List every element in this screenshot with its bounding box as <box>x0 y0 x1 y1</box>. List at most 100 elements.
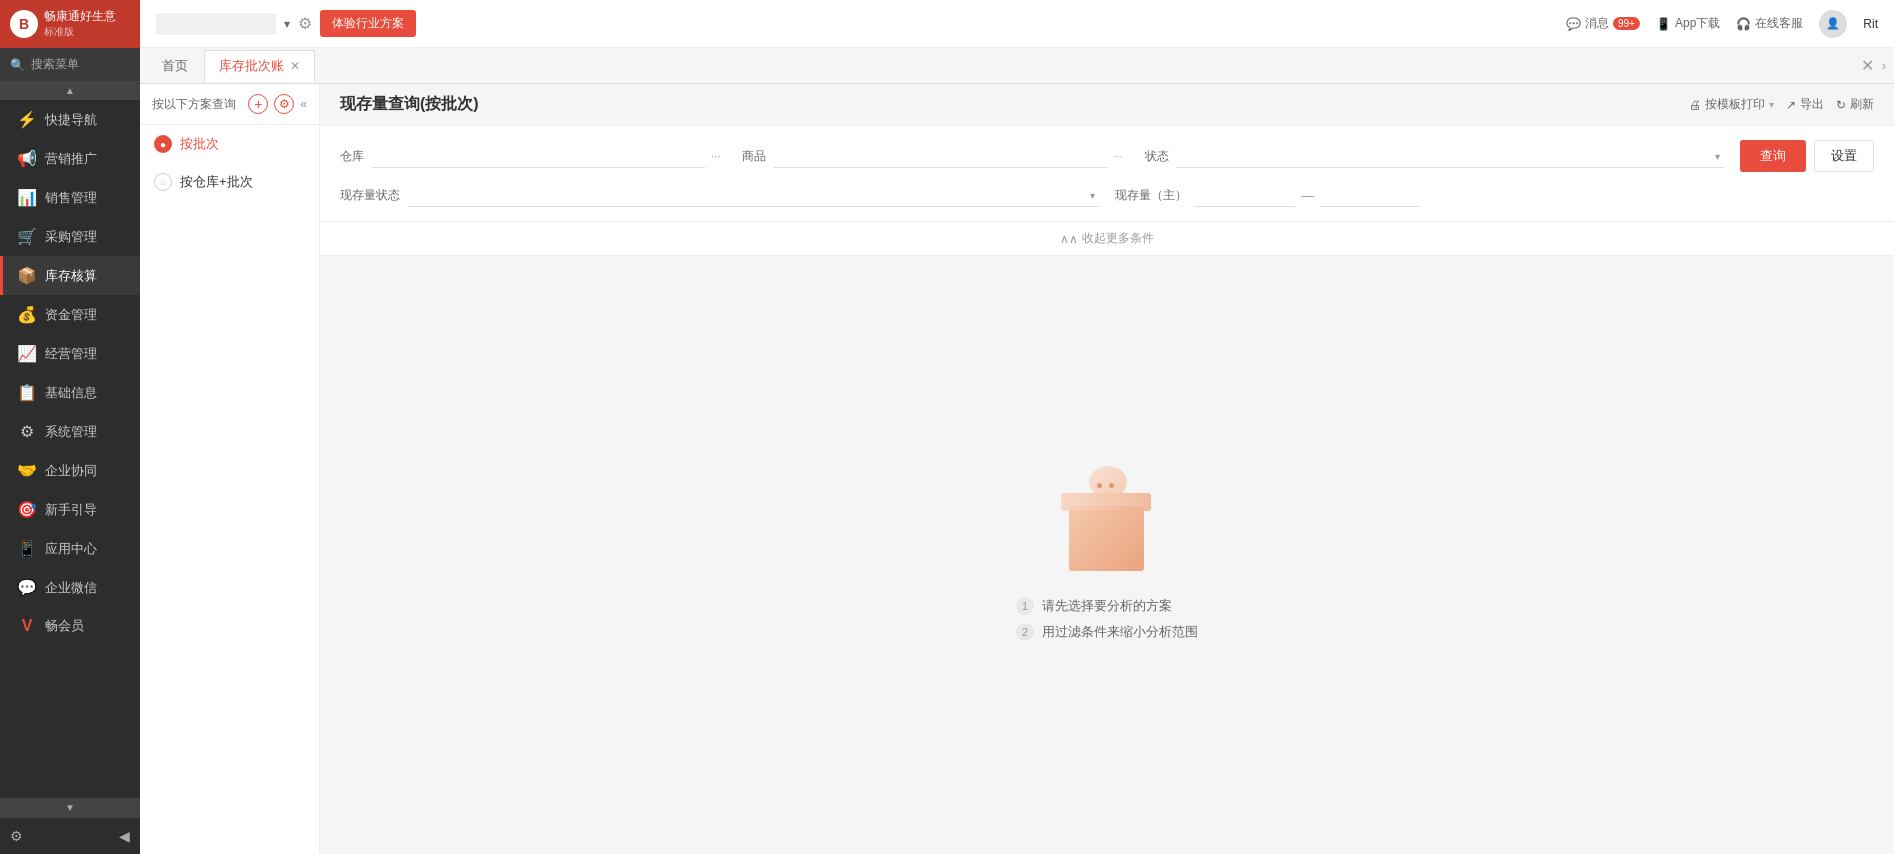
finance-icon: 💰 <box>17 305 37 324</box>
experience-btn[interactable]: 体验行业方案 <box>320 10 416 37</box>
by-batch-label: 按批次 <box>180 135 219 153</box>
main-content: ▾ ⚙ 体验行业方案 💬 消息 99+ 📱 App下载 🎧 在线客服 👤 Rit <box>140 0 1894 854</box>
product-more-btn[interactable]: ··· <box>1107 148 1128 164</box>
sidebar-item-label: 基础信息 <box>45 384 97 402</box>
sidebar-search[interactable]: 🔍 搜索菜单 <box>0 48 140 81</box>
product-label: 商品 <box>742 148 766 165</box>
inventory-icon: 📦 <box>17 266 37 285</box>
step-2-text: 用过滤条件来缩小分析范围 <box>1042 623 1198 641</box>
sidebar-item-guide[interactable]: 🎯 新手引导 <box>0 490 140 529</box>
box-body <box>1069 506 1144 571</box>
refresh-btn[interactable]: ↻ 刷新 <box>1836 96 1874 113</box>
warehouse-input[interactable] <box>372 145 705 168</box>
filter-settings-scheme-btn[interactable]: ⚙ <box>274 94 294 114</box>
panel-close-arrow[interactable]: › <box>1882 59 1886 73</box>
box-eye-right <box>1109 483 1114 488</box>
by-warehouse-batch-icon: ○ <box>154 173 172 191</box>
sidebar-item-label: 资金管理 <box>45 306 97 324</box>
print-btn[interactable]: 🖨 按模板打印 ▾ <box>1689 96 1774 113</box>
sidebar-item-inventory[interactable]: 📦 库存核算 <box>0 256 140 295</box>
sidebar-item-finance[interactable]: 💰 资金管理 <box>0 295 140 334</box>
status-field: 状态 ▾ <box>1145 145 1724 168</box>
filter-collapse-btn[interactable]: « <box>300 97 307 111</box>
stock-status-select[interactable] <box>408 184 1099 207</box>
status-select[interactable] <box>1177 145 1724 168</box>
user-avatar[interactable]: 👤 <box>1819 10 1847 38</box>
tab-close-btn[interactable]: ✕ <box>290 59 300 73</box>
filter-panel-title: 按以下方案查询 <box>152 96 236 113</box>
sidebar-nav: ⚡ 快捷导航 📢 营销推广 📊 销售管理 🛒 采购管理 📦 库存核算 💰 资金管… <box>0 100 140 798</box>
sidebar-item-basic[interactable]: 📋 基础信息 <box>0 373 140 412</box>
scroll-down-btn[interactable]: ▼ <box>0 798 140 817</box>
scroll-up-btn[interactable]: ▲ <box>0 81 140 100</box>
sales-icon: 📊 <box>17 188 37 207</box>
print-dropdown-icon[interactable]: ▾ <box>1769 99 1774 110</box>
page-body: 按以下方案查询 + ⚙ « ● 按批次 ○ 按仓库+批次 现存量查询(按批次) <box>140 84 1894 854</box>
stock-amount-label: 现存量（主） <box>1115 187 1187 204</box>
sidebar-item-label: 畅会员 <box>45 617 84 635</box>
wechat-icon: 💬 <box>17 578 37 597</box>
phone-icon: 📱 <box>1656 17 1671 31</box>
export-btn[interactable]: ↗ 导出 <box>1786 96 1824 113</box>
tab-inventory-batch[interactable]: 库存批次账 ✕ <box>204 50 315 82</box>
search-icon: 🔍 <box>10 58 25 72</box>
step-2-num: 2 <box>1016 623 1034 641</box>
box-eye-left <box>1097 483 1102 488</box>
sidebar-item-sales[interactable]: 📊 销售管理 <box>0 178 140 217</box>
sidebar-item-enterprise[interactable]: 🤝 企业协同 <box>0 451 140 490</box>
stock-amount-to-input[interactable] <box>1320 184 1420 207</box>
settings-btn[interactable]: 设置 <box>1814 140 1874 172</box>
print-label: 按模板打印 <box>1705 96 1765 113</box>
warehouse-more-btn[interactable]: ··· <box>705 148 726 164</box>
username-label: Rit <box>1863 17 1878 31</box>
sidebar-item-member[interactable]: V 畅会员 <box>0 607 140 645</box>
apps-icon: 📱 <box>17 539 37 558</box>
settings-footer-btn[interactable]: ⚙ <box>10 828 23 844</box>
operations-icon: 📈 <box>17 344 37 363</box>
status-select-wrapper: ▾ <box>1177 145 1724 168</box>
sidebar-item-label: 快捷导航 <box>45 111 97 129</box>
topbar-dropdown-btn[interactable]: ▾ <box>284 17 290 31</box>
sidebar-item-label: 经营管理 <box>45 345 97 363</box>
sidebar-item-operations[interactable]: 📈 经营管理 <box>0 334 140 373</box>
empty-step-2: 2 用过滤条件来缩小分析范围 <box>1016 623 1198 641</box>
search-label: 搜索菜单 <box>31 56 79 73</box>
warehouse-label: 仓库 <box>340 148 364 165</box>
query-header: 现存量查询(按批次) 🖨 按模板打印 ▾ ↗ 导出 ↻ 刷新 <box>320 84 1894 126</box>
sidebar-item-quick-nav[interactable]: ⚡ 快捷导航 <box>0 100 140 139</box>
sidebar-item-system[interactable]: ⚙ 系统管理 <box>0 412 140 451</box>
filter-add-btn[interactable]: + <box>248 94 268 114</box>
basic-icon: 📋 <box>17 383 37 402</box>
sidebar-item-label: 新手引导 <box>45 501 97 519</box>
sidebar-item-label: 企业微信 <box>45 579 97 597</box>
stock-amount-dash: — <box>1301 188 1314 203</box>
filter-panel-header: 按以下方案查询 + ⚙ « <box>140 84 319 125</box>
stock-amount-from-input[interactable] <box>1195 184 1295 207</box>
tab-inventory-batch-label: 库存批次账 <box>219 57 284 75</box>
print-icon: 🖨 <box>1689 98 1701 112</box>
messages-btn[interactable]: 💬 消息 99+ <box>1566 15 1640 32</box>
topbar-right: 💬 消息 99+ 📱 App下载 🎧 在线客服 👤 Rit <box>1566 10 1878 38</box>
filter-item-by-batch[interactable]: ● 按批次 <box>140 125 319 163</box>
app-download-btn[interactable]: 📱 App下载 <box>1656 15 1720 32</box>
panel-close-btn[interactable]: ✕ <box>1861 56 1874 75</box>
sidebar-item-marketing[interactable]: 📢 营销推广 <box>0 139 140 178</box>
empty-steps: 1 请先选择要分析的方案 2 用过滤条件来缩小分析范围 <box>1016 597 1198 649</box>
topbar-gear-icon[interactable]: ⚙ <box>298 14 312 33</box>
sidebar-item-apps[interactable]: 📱 应用中心 <box>0 529 140 568</box>
app-logo: B <box>10 10 38 38</box>
product-input[interactable] <box>774 145 1107 168</box>
export-icon: ↗ <box>1786 98 1796 112</box>
query-btn[interactable]: 查询 <box>1740 140 1806 172</box>
tab-home[interactable]: 首页 <box>148 51 202 81</box>
online-service-btn[interactable]: 🎧 在线客服 <box>1736 15 1803 32</box>
online-service-label: 在线客服 <box>1755 15 1803 32</box>
status-label: 状态 <box>1145 148 1169 165</box>
topbar-search-input[interactable] <box>156 13 276 35</box>
collapse-sidebar-btn[interactable]: ◀ <box>119 828 130 844</box>
collapse-more-btn[interactable]: ∧∧ 收起更多条件 <box>320 222 1894 256</box>
sidebar-item-purchase[interactable]: 🛒 采购管理 <box>0 217 140 256</box>
filter-panel-actions: + ⚙ « <box>248 94 307 114</box>
filter-item-by-warehouse-batch[interactable]: ○ 按仓库+批次 <box>140 163 319 201</box>
sidebar-item-wechat[interactable]: 💬 企业微信 <box>0 568 140 607</box>
